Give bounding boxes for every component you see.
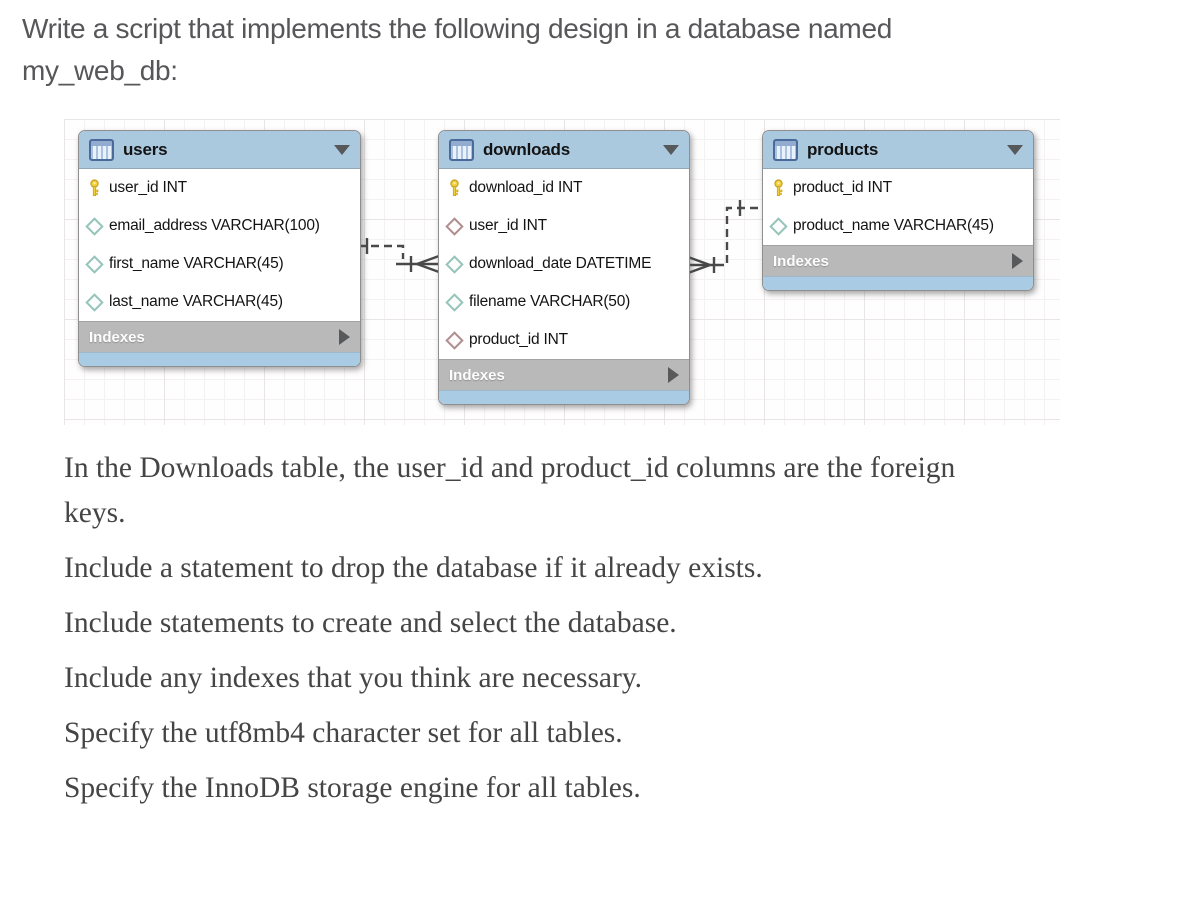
table-footer-strip <box>439 390 689 404</box>
column-text: user_id INT <box>109 179 187 196</box>
diamond-shape <box>445 330 464 350</box>
primary-key-icon <box>447 179 462 197</box>
expand-right-icon[interactable] <box>339 329 350 345</box>
column-row: user_id INT <box>439 207 689 245</box>
table-header: products <box>763 131 1033 169</box>
column-text: user_id INT <box>469 217 547 234</box>
requirement-paragraph: In the Downloads table, the user_id and … <box>64 452 956 529</box>
table-title: downloads <box>483 139 570 159</box>
chevron-down-icon[interactable] <box>663 144 679 155</box>
column-text: filename VARCHAR(50) <box>469 293 631 310</box>
eer-diagram-canvas: users user_id INT email_address VARCHAR(1… <box>64 119 1060 425</box>
table-footer-strip <box>79 352 360 366</box>
column-text: email_address VARCHAR(100) <box>109 217 320 234</box>
requirement-paragraph: Specify the InnoDB storage engine for al… <box>64 772 641 804</box>
column-diamond-icon <box>445 292 464 312</box>
indexes-bar: Indexes <box>763 245 1033 276</box>
relationship-users-downloads <box>358 238 440 274</box>
table-footer-strip <box>763 276 1033 290</box>
table-header: users <box>79 131 360 169</box>
column-diamond-icon <box>85 254 104 274</box>
diamond-shape <box>445 216 464 236</box>
primary-key-icon <box>87 179 102 197</box>
indexes-bar: Indexes <box>79 321 360 352</box>
column-text: download_id INT <box>469 179 583 196</box>
column-row: user_id INT <box>79 169 360 207</box>
table-body: download_id INT user_id INT download_date … <box>439 169 689 359</box>
column-row: product_id INT <box>439 321 689 359</box>
requirement-paragraph: Include any indexes that you think are n… <box>64 662 643 694</box>
expand-right-icon[interactable] <box>668 367 679 383</box>
relationship-products-downloads <box>687 200 763 275</box>
column-diamond-icon <box>445 254 464 274</box>
table-title: products <box>807 139 879 159</box>
diamond-shape <box>445 254 464 274</box>
table-body: user_id INT email_address VARCHAR(100) fir… <box>79 169 360 321</box>
chevron-down-icon[interactable] <box>1007 144 1023 155</box>
column-text: product_id INT <box>469 331 568 348</box>
column-text: download_date DATETIME <box>469 255 652 272</box>
indexes-bar: Indexes <box>439 359 689 390</box>
diamond-shape <box>85 292 104 312</box>
column-row: first_name VARCHAR(45) <box>79 245 360 283</box>
prompt-line-2: my_web_db: <box>22 55 178 86</box>
column-row: product_name VARCHAR(45) <box>763 207 1033 245</box>
foreign-key-diamond-icon <box>445 330 464 350</box>
primary-key-icon <box>771 179 786 197</box>
column-diamond-icon <box>769 216 788 236</box>
column-text: product_id INT <box>793 179 892 196</box>
table-grid-icon <box>89 138 114 161</box>
requirement-paragraph: Specify the utf8mb4 character set for al… <box>64 717 623 749</box>
requirements-text: In the Downloads table, the user_id and … <box>64 446 1184 821</box>
indexes-label: Indexes <box>773 252 829 270</box>
diamond-shape <box>769 216 788 236</box>
indexes-label: Indexes <box>89 328 145 346</box>
column-row: download_date DATETIME <box>439 245 689 283</box>
table-grid-icon <box>449 138 474 161</box>
column-row: download_id INT <box>439 169 689 207</box>
column-diamond-icon <box>85 216 104 236</box>
column-diamond-icon <box>85 292 104 312</box>
column-row: product_id INT <box>763 169 1033 207</box>
requirement-paragraph: Include statements to create and select … <box>64 607 677 639</box>
entity-table-products: products product_id INT product_name VARC… <box>762 130 1034 291</box>
column-row: filename VARCHAR(50) <box>439 283 689 321</box>
chevron-down-icon[interactable] <box>334 144 350 155</box>
table-body: product_id INT product_name VARCHAR(45) <box>763 169 1033 245</box>
prompt-text: Write a script that implements the follo… <box>22 8 892 92</box>
entity-table-downloads: downloads download_id INT user_id INT down… <box>438 130 690 405</box>
column-text: first_name VARCHAR(45) <box>109 255 284 272</box>
requirement-paragraph: Include a statement to drop the database… <box>64 552 763 584</box>
column-row: last_name VARCHAR(45) <box>79 283 360 321</box>
expand-right-icon[interactable] <box>1012 253 1023 269</box>
table-title: users <box>123 139 168 159</box>
foreign-key-diamond-icon <box>445 216 464 236</box>
column-text: product_name VARCHAR(45) <box>793 217 994 234</box>
column-row: email_address VARCHAR(100) <box>79 207 360 245</box>
diamond-shape <box>445 292 464 312</box>
table-header: downloads <box>439 131 689 169</box>
column-text: last_name VARCHAR(45) <box>109 293 283 310</box>
diamond-shape <box>85 254 104 274</box>
table-grid-icon <box>773 138 798 161</box>
diamond-shape <box>85 216 104 236</box>
indexes-label: Indexes <box>449 366 505 384</box>
prompt-line-1: Write a script that implements the follo… <box>22 13 892 44</box>
entity-table-users: users user_id INT email_address VARCHAR(1… <box>78 130 361 367</box>
